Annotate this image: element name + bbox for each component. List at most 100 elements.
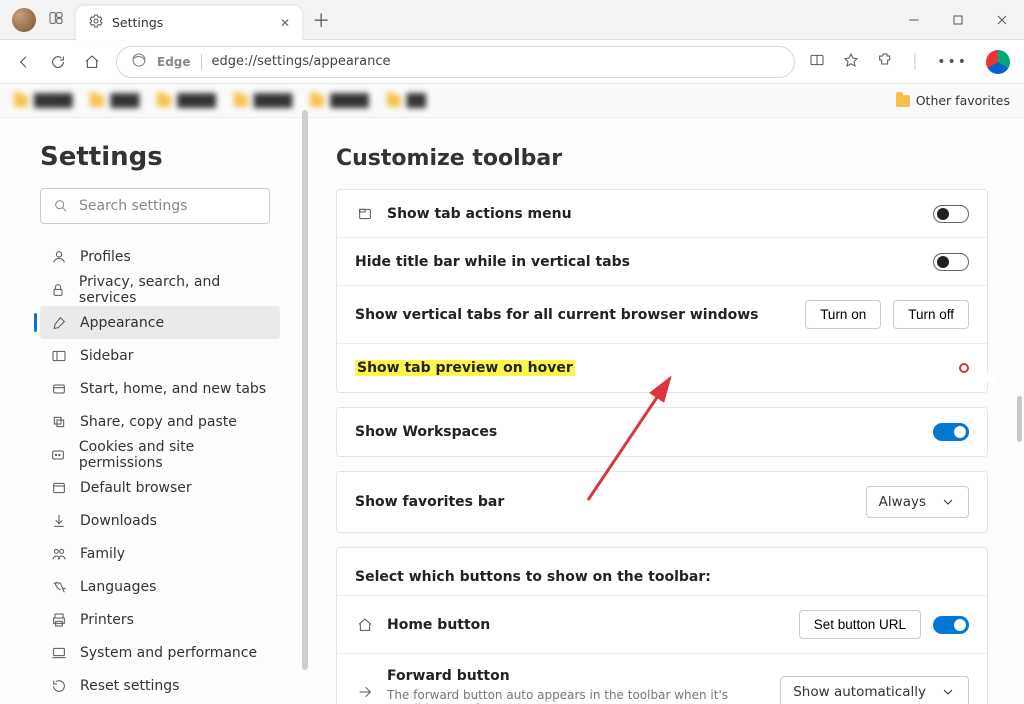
row-label: Select which buttons to show on the tool…: [355, 569, 969, 585]
refresh-button[interactable]: [48, 52, 68, 72]
row-hide-titlebar: Hide title bar while in vertical tabs: [337, 238, 987, 286]
tab-title: Settings: [112, 15, 272, 30]
row-sublabel: The forward button auto appears in the t…: [387, 688, 768, 704]
row-label: Show tab actions menu: [387, 206, 921, 222]
sidebar-item-default-browser[interactable]: Default browser: [40, 471, 280, 504]
row-label: Hide title bar while in vertical tabs: [355, 254, 921, 270]
address-bar[interactable]: Edge edge://settings/appearance: [116, 46, 795, 78]
row-workspaces: Show Workspaces: [337, 408, 987, 456]
close-tab-icon[interactable]: ✕: [280, 16, 290, 30]
toggle-tab-actions[interactable]: [933, 205, 969, 223]
search-icon: [53, 198, 69, 214]
maximize-button[interactable]: [936, 0, 980, 40]
favorites-bar-card: Show favorites bar Always: [336, 471, 988, 533]
settings-heading: Settings: [40, 142, 292, 172]
sidebar-item-downloads[interactable]: Downloads: [40, 504, 280, 537]
sidebar-item-appearance[interactable]: Appearance: [40, 306, 280, 339]
sidebar-item-sidebar[interactable]: Sidebar: [40, 339, 280, 372]
close-window-button[interactable]: [980, 0, 1024, 40]
family-icon: [50, 546, 68, 562]
extensions-icon[interactable]: [877, 52, 893, 72]
sidebar-item-reset[interactable]: Reset settings: [40, 669, 280, 702]
panel-icon: [50, 348, 68, 364]
row-tab-preview: Show tab preview on hover: [337, 344, 987, 392]
sidebar-item-languages[interactable]: Languages: [40, 570, 280, 603]
browser-tab[interactable]: Settings ✕: [76, 6, 302, 40]
forward-button-dropdown[interactable]: Show automatically: [780, 676, 969, 704]
sidebar-item-start[interactable]: Start, home, and new tabs: [40, 372, 280, 405]
split-screen-icon[interactable]: [809, 52, 825, 72]
chevron-down-icon: [940, 494, 956, 510]
printer-icon: [50, 612, 68, 628]
window-titlebar: Settings ✕ ＋: [0, 0, 1024, 40]
other-favorites[interactable]: Other favorites: [896, 93, 1010, 108]
row-label: Home button: [387, 617, 787, 633]
sidebar-item-privacy[interactable]: Privacy, search, and services: [40, 273, 280, 306]
reset-icon: [50, 678, 68, 694]
toggle-home-button[interactable]: [933, 616, 969, 634]
sidebar-item-cookies[interactable]: Cookies and site permissions: [40, 438, 280, 471]
row-label: Forward button: [387, 668, 768, 684]
row-label: Show Workspaces: [355, 424, 921, 440]
row-label: Show favorites bar: [355, 494, 854, 510]
toolbar-settings-card: Show tab actions menu Hide title bar whi…: [336, 189, 988, 393]
row-tab-actions: Show tab actions menu: [337, 190, 987, 238]
home-icon: [355, 617, 375, 633]
folder-icon: [896, 95, 910, 107]
minimize-button[interactable]: [892, 0, 936, 40]
back-button[interactable]: [14, 52, 34, 72]
gear-icon: [88, 13, 104, 33]
workspaces-icon[interactable]: [48, 10, 64, 30]
toggle-workspaces[interactable]: [933, 423, 969, 441]
sidebar-item-system[interactable]: System and performance: [40, 636, 280, 669]
bing-chat-icon[interactable]: [986, 50, 1010, 74]
more-menu-icon[interactable]: •••: [937, 54, 968, 70]
sidebar-item-share[interactable]: Share, copy and paste: [40, 405, 280, 438]
profile-avatar[interactable]: [12, 8, 36, 32]
sidebar-item-printers[interactable]: Printers: [40, 603, 280, 636]
lock-icon: [50, 282, 67, 298]
brush-icon: [50, 315, 68, 331]
toggle-hide-titlebar[interactable]: [933, 253, 969, 271]
settings-content: ↖ Customize toolbar Show tab actions men…: [300, 118, 1024, 704]
row-select-buttons: Select which buttons to show on the tool…: [337, 548, 987, 596]
home-button-toolbar[interactable]: [82, 52, 102, 72]
other-favorites-label: Other favorites: [916, 93, 1010, 108]
set-button-url[interactable]: Set button URL: [799, 610, 921, 639]
highlight-callout: [959, 363, 969, 373]
favorite-star-icon[interactable]: [843, 52, 859, 72]
sidebar-item-family[interactable]: Family: [40, 537, 280, 570]
download-icon: [50, 513, 68, 529]
turn-on-button[interactable]: Turn on: [805, 300, 881, 329]
row-label: Show vertical tabs for all current brows…: [355, 307, 793, 323]
row-vertical-tabs: Show vertical tabs for all current brows…: [337, 286, 987, 344]
url-text: edge://settings/appearance: [212, 54, 391, 69]
sidebar-item-profiles[interactable]: Profiles: [40, 240, 280, 273]
row-label: Show tab preview on hover: [355, 360, 575, 376]
section-title: Customize toolbar: [336, 146, 988, 171]
cookie-icon: [50, 447, 67, 463]
new-tab-button[interactable]: ＋: [312, 7, 330, 33]
content-scrollbar[interactable]: [1017, 396, 1022, 442]
row-favorites-bar: Show favorites bar Always: [337, 472, 987, 532]
laptop-icon: [50, 645, 68, 661]
favorites-bar-dropdown[interactable]: Always: [866, 486, 969, 518]
turn-off-button[interactable]: Turn off: [893, 300, 969, 329]
chevron-down-icon: [940, 684, 956, 700]
power-icon: [50, 381, 68, 397]
search-settings-input[interactable]: Search settings: [40, 188, 270, 224]
browser-icon: [50, 480, 68, 496]
blurred-bookmarks: ████ ███ ████ ████ ████ ██: [14, 93, 426, 108]
edge-icon: [131, 52, 147, 72]
language-icon: [50, 579, 68, 595]
profile-icon: [50, 249, 68, 265]
settings-sidebar: Settings Search settings Profiles Privac…: [0, 118, 300, 704]
row-forward-button: Forward button The forward button auto a…: [337, 654, 987, 704]
share-icon: [50, 414, 68, 430]
tab-actions-icon: [355, 206, 375, 222]
url-prefix: Edge: [157, 55, 191, 69]
toolbar-buttons-card: Select which buttons to show on the tool…: [336, 547, 988, 704]
workspaces-card: Show Workspaces: [336, 407, 988, 457]
favorites-bar: ████ ███ ████ ████ ████ ██ Other favorit…: [0, 84, 1024, 118]
forward-icon: [355, 684, 375, 700]
